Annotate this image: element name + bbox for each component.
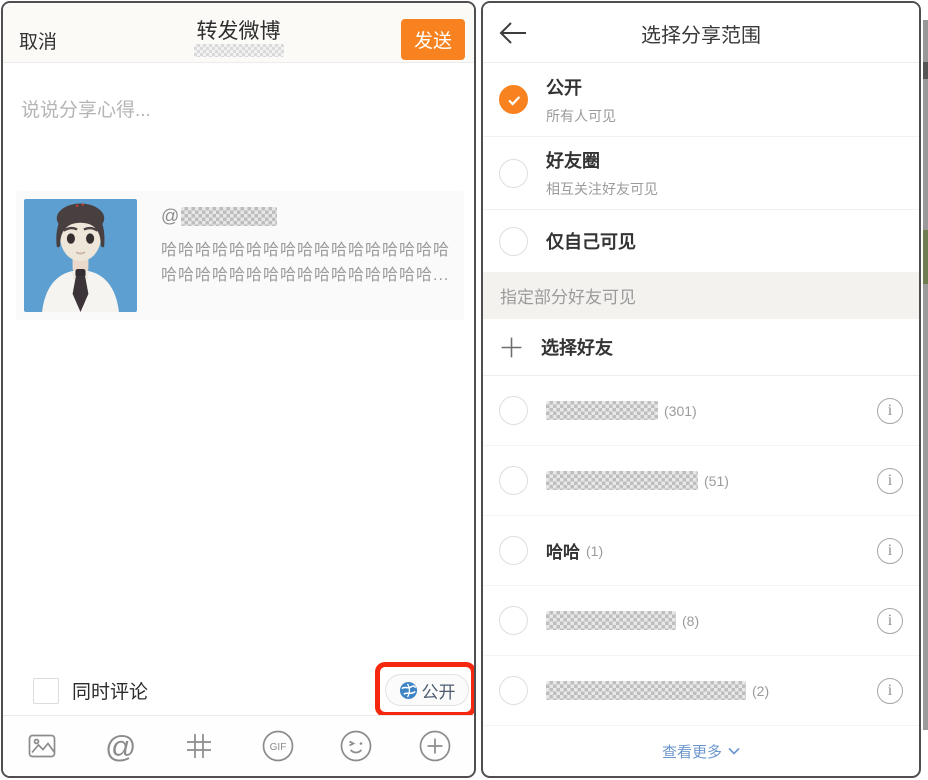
info-icon[interactable]: i bbox=[877, 678, 903, 704]
option-subtitle: 所有人可见 bbox=[546, 106, 616, 126]
blurred-group-name bbox=[546, 611, 676, 630]
select-friends-label: 选择好友 bbox=[541, 334, 613, 360]
hashtag-icon[interactable] bbox=[180, 727, 218, 765]
visibility-selector-button[interactable]: 公开 bbox=[385, 674, 469, 706]
quoted-post-content: @ 哈哈哈哈哈哈哈哈哈哈哈哈哈哈哈哈哈 哈哈哈哈哈哈哈哈哈哈哈哈哈哈哈哈... bbox=[161, 206, 454, 288]
radio-icon[interactable] bbox=[499, 606, 528, 635]
radio-icon[interactable] bbox=[499, 396, 528, 425]
share-scope-panel: 选择分享范围 公开 所有人可见 好友圈 相互关注好友可见 仅自己可见 指定部分好… bbox=[481, 1, 921, 778]
info-icon[interactable]: i bbox=[877, 468, 903, 494]
view-more-label: 查看更多 bbox=[662, 741, 722, 762]
friend-group-row[interactable]: (8) i bbox=[483, 586, 919, 656]
group-name: 哈哈 bbox=[546, 538, 580, 563]
option-label: 仅自己可见 bbox=[546, 228, 636, 254]
radio-icon[interactable] bbox=[499, 676, 528, 705]
scope-header: 选择分享范围 bbox=[483, 3, 919, 63]
friend-group-row[interactable]: (51) i bbox=[483, 446, 919, 516]
also-comment-row: 同时评论 bbox=[33, 677, 148, 704]
also-comment-label: 同时评论 bbox=[72, 677, 148, 704]
composer-header: 取消 转发微博 发送 bbox=[3, 3, 474, 63]
radio-icon[interactable] bbox=[499, 159, 528, 188]
more-plus-icon[interactable] bbox=[416, 727, 454, 765]
globe-icon bbox=[399, 681, 418, 700]
option-public[interactable]: 公开 所有人可见 bbox=[483, 63, 919, 137]
mention-at: @ bbox=[161, 206, 179, 227]
section-header: 指定部分好友可见 bbox=[483, 272, 919, 319]
option-subtitle: 相互关注好友可见 bbox=[546, 179, 658, 199]
avatar bbox=[24, 199, 137, 312]
blurred-group-name bbox=[546, 471, 698, 490]
view-more-link[interactable]: 查看更多 bbox=[483, 726, 919, 776]
screen-edge-artifact bbox=[923, 0, 928, 780]
select-friends-row[interactable]: 选择好友 bbox=[483, 319, 919, 376]
member-count: (1) bbox=[586, 543, 603, 559]
radio-selected-icon[interactable] bbox=[499, 85, 528, 114]
photo-icon[interactable] bbox=[23, 727, 61, 765]
option-friends-circle[interactable]: 好友圈 相互关注好友可见 bbox=[483, 137, 919, 210]
plus-icon bbox=[499, 335, 524, 360]
gif-icon[interactable]: GIF bbox=[259, 727, 297, 765]
info-icon[interactable]: i bbox=[877, 608, 903, 634]
chevron-down-icon bbox=[728, 747, 740, 755]
option-only-me[interactable]: 仅自己可见 bbox=[483, 210, 919, 272]
info-icon[interactable]: i bbox=[877, 538, 903, 564]
option-label: 好友圈 bbox=[546, 147, 658, 173]
mention-icon[interactable]: @ bbox=[102, 727, 140, 765]
quoted-post-text: 哈哈哈哈哈哈哈哈哈哈哈哈哈哈哈哈哈 哈哈哈哈哈哈哈哈哈哈哈哈哈哈哈哈... bbox=[161, 238, 454, 288]
visibility-label: 公开 bbox=[422, 678, 456, 703]
composer-toolbar: @ GIF bbox=[3, 715, 474, 776]
friend-group-row[interactable]: (2) i bbox=[483, 656, 919, 726]
repost-composer-panel: 取消 转发微博 发送 说说分享心得... bbox=[1, 1, 476, 778]
radio-icon[interactable] bbox=[499, 536, 528, 565]
friend-group-row[interactable]: (301) i bbox=[483, 376, 919, 446]
svg-text:GIF: GIF bbox=[269, 742, 286, 753]
blurred-subtitle bbox=[194, 44, 284, 57]
friend-group-row[interactable]: 哈哈 (1) i bbox=[483, 516, 919, 586]
info-icon[interactable]: i bbox=[877, 398, 903, 424]
radio-icon[interactable] bbox=[499, 227, 528, 256]
blurred-username bbox=[181, 207, 277, 226]
compose-text-input[interactable]: 说说分享心得... bbox=[21, 95, 151, 122]
member-count: (301) bbox=[664, 403, 697, 419]
option-label: 公开 bbox=[546, 74, 616, 100]
also-comment-checkbox[interactable] bbox=[33, 678, 59, 704]
member-count: (8) bbox=[682, 613, 699, 629]
blurred-group-name bbox=[546, 681, 746, 700]
radio-icon[interactable] bbox=[499, 466, 528, 495]
scope-title: 选择分享范围 bbox=[483, 19, 919, 48]
send-button[interactable]: 发送 bbox=[401, 19, 465, 60]
member-count: (2) bbox=[752, 683, 769, 699]
member-count: (51) bbox=[704, 473, 729, 489]
emoji-icon[interactable] bbox=[337, 727, 375, 765]
quoted-post-card[interactable]: @ 哈哈哈哈哈哈哈哈哈哈哈哈哈哈哈哈哈 哈哈哈哈哈哈哈哈哈哈哈哈哈哈哈哈... bbox=[16, 191, 464, 320]
blurred-group-name bbox=[546, 401, 658, 420]
